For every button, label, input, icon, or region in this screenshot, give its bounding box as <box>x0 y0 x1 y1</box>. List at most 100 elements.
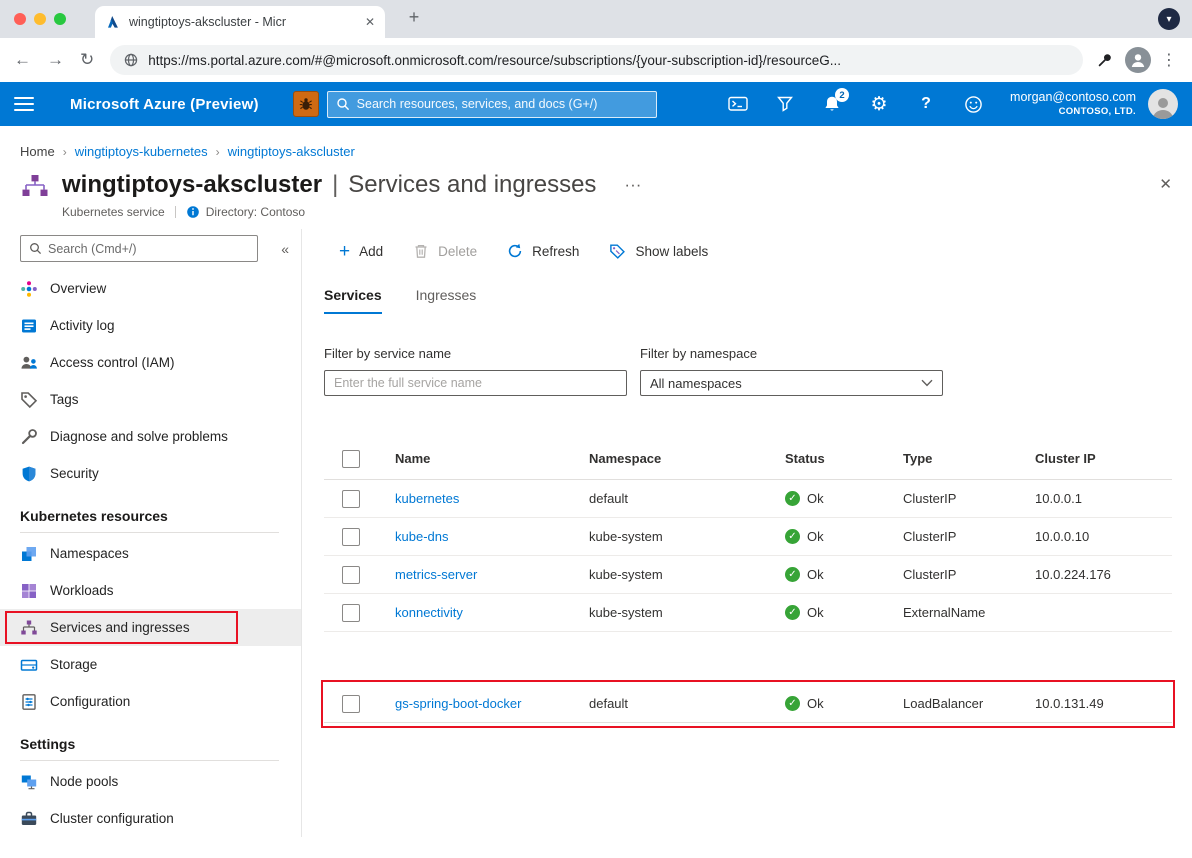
sidebar-item-activity-log[interactable]: Activity log <box>0 307 301 344</box>
breadcrumb-home[interactable]: Home <box>20 144 55 159</box>
delete-button[interactable]: Delete <box>413 243 477 259</box>
notifications-bell-icon[interactable]: 2 <box>821 93 843 115</box>
sidebar-item-overview[interactable]: Overview <box>0 270 301 307</box>
reload-button[interactable]: ↻ <box>80 50 94 70</box>
add-button[interactable]: + Add <box>339 242 383 261</box>
storage-icon <box>20 656 38 674</box>
breadcrumb-separator: › <box>63 145 67 159</box>
tab-title: wingtiptoys-akscluster - Micr <box>129 15 357 29</box>
status-ok-icon: ✓ <box>785 605 800 620</box>
column-header-namespace[interactable]: Namespace <box>589 451 785 466</box>
sidebar-item-label: Namespaces <box>50 546 129 561</box>
service-link[interactable]: konnectivity <box>395 605 589 620</box>
close-window-button[interactable] <box>14 13 26 25</box>
pin-icon[interactable] <box>1097 52 1113 68</box>
sidebar-item-diagnose[interactable]: Diagnose and solve problems <box>0 418 301 455</box>
browser-profile-avatar[interactable] <box>1125 47 1151 73</box>
cell-cluster-ip: 10.0.0.10 <box>1035 529 1172 544</box>
access-control-icon <box>20 354 38 372</box>
sidebar-section-kubernetes-resources: Kubernetes resources <box>0 492 301 532</box>
row-checkbox[interactable] <box>342 566 360 584</box>
sidebar-item-label: Tags <box>50 392 79 407</box>
service-name-filter-input[interactable] <box>324 370 627 396</box>
sidebar-search-input[interactable] <box>48 242 249 256</box>
sidebar-item-storage[interactable]: Storage <box>0 646 301 683</box>
sidebar-search[interactable] <box>20 235 258 262</box>
cloud-shell-icon[interactable] <box>727 93 749 115</box>
sidebar-item-node-pools[interactable]: Node pools <box>0 763 301 800</box>
row-checkbox[interactable] <box>342 490 360 508</box>
settings-gear-icon[interactable]: ⚙ <box>868 93 890 115</box>
column-header-name[interactable]: Name <box>395 451 589 466</box>
service-link[interactable]: metrics-server <box>395 567 589 582</box>
column-header-status[interactable]: Status <box>785 451 903 466</box>
sidebar-item-services-and-ingresses[interactable]: Services and ingresses <box>0 609 301 646</box>
breadcrumb-separator: › <box>216 145 220 159</box>
site-info-globe-icon[interactable] <box>124 53 138 67</box>
user-avatar[interactable] <box>1148 89 1178 119</box>
service-link[interactable]: gs-spring-boot-docker <box>395 696 589 711</box>
command-bar: + Add Delete Refresh <box>324 237 1172 265</box>
activity-log-icon <box>20 317 38 335</box>
show-labels-button[interactable]: Show labels <box>609 243 708 260</box>
row-checkbox[interactable] <box>342 695 360 713</box>
forward-button[interactable]: → <box>47 50 64 70</box>
sidebar-item-label: Diagnose and solve problems <box>50 429 228 444</box>
account-info[interactable]: morgan@contoso.com CONTOSO, LTD. <box>1010 90 1136 118</box>
brand-title[interactable]: Microsoft Azure (Preview) <box>70 96 259 113</box>
column-header-type[interactable]: Type <box>903 451 1035 466</box>
browser-tab[interactable]: wingtiptoys-akscluster - Micr ✕ <box>95 6 385 38</box>
breadcrumb-resource-group[interactable]: wingtiptoys-kubernetes <box>75 144 208 159</box>
service-link[interactable]: kubernetes <box>395 491 589 506</box>
address-bar[interactable]: https://ms.portal.azure.com/#@microsoft.… <box>110 45 1083 75</box>
row-checkbox[interactable] <box>342 604 360 622</box>
browser-menu-icon[interactable]: ⋮ <box>1161 50 1178 70</box>
refresh-button[interactable]: Refresh <box>507 243 579 259</box>
close-blade-icon[interactable]: ✕ <box>1159 175 1172 193</box>
breadcrumb-cluster[interactable]: wingtiptoys-akscluster <box>228 144 355 159</box>
sidebar-item-cluster-configuration[interactable]: Cluster configuration <box>0 800 301 837</box>
service-link[interactable]: kube-dns <box>395 529 589 544</box>
namespace-filter-value: All namespaces <box>650 376 742 391</box>
namespace-filter-dropdown[interactable]: All namespaces <box>640 370 943 396</box>
global-search[interactable] <box>327 91 657 118</box>
divider <box>175 206 176 218</box>
global-search-input[interactable] <box>357 97 648 111</box>
more-options-icon[interactable]: ··· <box>624 175 641 195</box>
back-button[interactable]: ← <box>14 50 31 70</box>
new-tab-button[interactable]: + <box>402 7 426 28</box>
notification-badge: 2 <box>835 88 849 102</box>
column-header-cluster-ip[interactable]: Cluster IP <box>1035 451 1172 466</box>
tab-close-icon[interactable]: ✕ <box>365 15 375 29</box>
fullscreen-window-button[interactable] <box>54 13 66 25</box>
sidebar-item-security[interactable]: Security <box>0 455 301 492</box>
sidebar-item-configuration[interactable]: Configuration <box>0 683 301 720</box>
tab-ingresses[interactable]: Ingresses <box>416 287 477 314</box>
select-all-checkbox[interactable] <box>342 450 360 468</box>
tab-services[interactable]: Services <box>324 287 382 314</box>
status-ok-icon: ✓ <box>785 529 800 544</box>
row-checkbox[interactable] <box>342 528 360 546</box>
directory-label: Directory: Contoso <box>206 205 305 219</box>
filter-row: Filter by service name Filter by namespa… <box>324 346 1172 396</box>
portal-menu-icon[interactable] <box>14 97 34 111</box>
report-bug-button[interactable] <box>293 91 319 117</box>
help-icon[interactable]: ? <box>915 93 937 115</box>
configuration-icon <box>20 693 38 711</box>
namespaces-icon <box>20 545 38 563</box>
collapse-sidebar-icon[interactable]: « <box>281 241 289 257</box>
sidebar-item-workloads[interactable]: Workloads <box>0 572 301 609</box>
sidebar-item-namespaces[interactable]: Namespaces <box>0 535 301 572</box>
feedback-smiley-icon[interactable] <box>962 93 984 115</box>
tab-overview-button[interactable]: ▾ <box>1158 8 1180 30</box>
browser-tab-bar: wingtiptoys-akscluster - Micr ✕ + ▾ <box>0 0 1192 38</box>
search-icon <box>336 97 350 111</box>
cell-cluster-ip: 10.0.224.176 <box>1035 567 1172 582</box>
status-ok-icon: ✓ <box>785 567 800 582</box>
url-text: https://ms.portal.azure.com/#@microsoft.… <box>148 53 841 68</box>
directory-filter-icon[interactable] <box>774 93 796 115</box>
sidebar-item-tags[interactable]: Tags <box>0 381 301 418</box>
status-ok-icon: ✓ <box>785 696 800 711</box>
minimize-window-button[interactable] <box>34 13 46 25</box>
sidebar-item-access-control[interactable]: Access control (IAM) <box>0 344 301 381</box>
